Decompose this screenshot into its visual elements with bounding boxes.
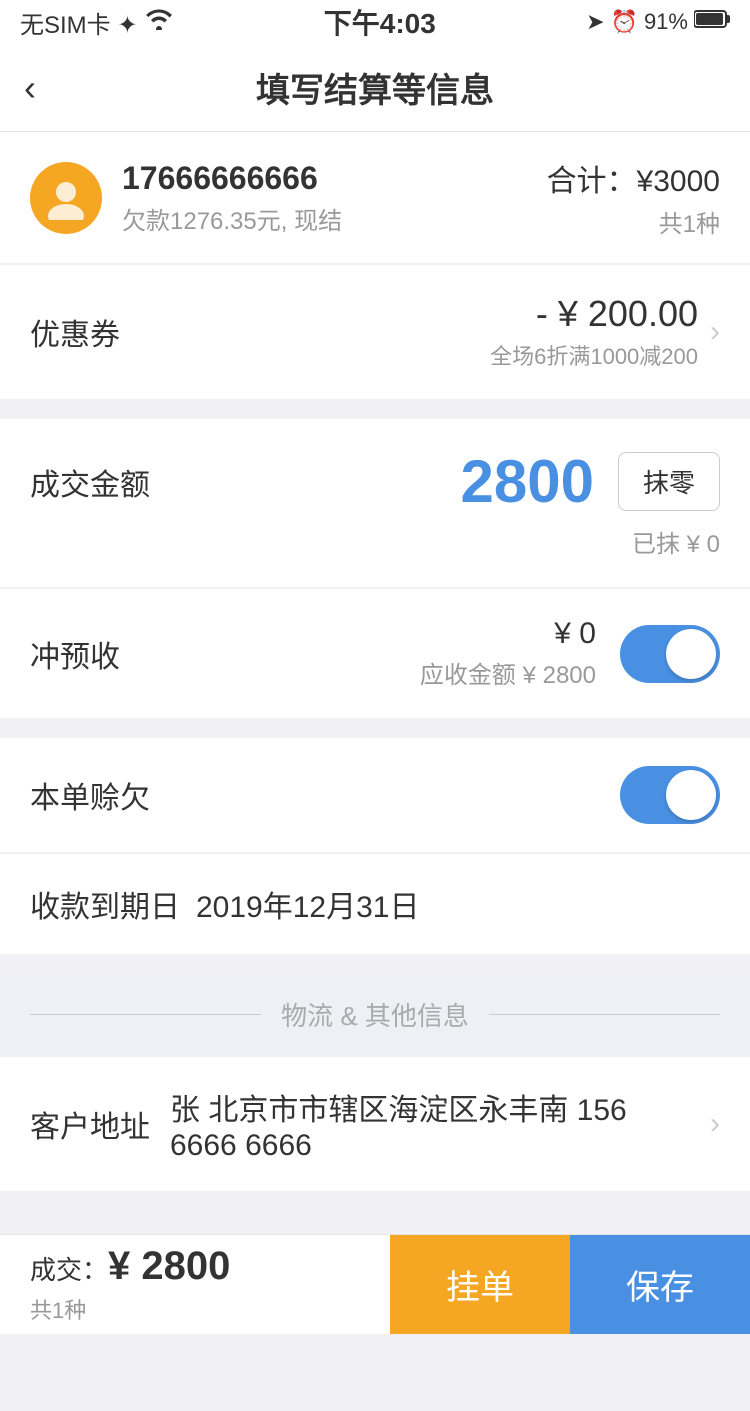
battery-icon [694,9,730,35]
alarm-icon: ⏰ [611,9,638,35]
bottom-bar: 成交：¥ 2800 共1种 挂单 保存 [0,1234,750,1334]
due-date-label: 收款到期日 [30,882,180,926]
bottom-deal-line: 成交：¥ 2800 [30,1244,360,1289]
coupon-desc: 全场6折满1000减200 [490,339,698,371]
coupon-row[interactable]: 优惠券 - ¥ 200.00 全场6折满1000减200 › [0,265,750,399]
prepay-receivable: 应收金额 ¥ 2800 [420,655,596,690]
prepay-amount: ¥ 0 [420,617,596,651]
status-right: ➤ ⏰ 91% [586,9,730,35]
divider-line-left [30,1014,261,1015]
prepay-info: ¥ 0 应收金额 ¥ 2800 [420,617,596,690]
status-bar: 无SIM卡 ✦ 下午4:03 ➤ ⏰ 91% [0,0,750,44]
deal-right: 2800 抹零 [461,447,721,516]
prepay-label: 冲预收 [30,632,120,676]
bottom-amount: ¥ 2800 [108,1244,230,1288]
location-icon: ➤ [586,9,604,35]
time-display: 下午4:03 [324,2,436,42]
customer-total-info: 合计：¥3000 共1种 [547,156,720,239]
customer-info-left: 17666666666 欠款1276.35元, 现结 [30,160,342,236]
prepay-right: ¥ 0 应收金额 ¥ 2800 [420,617,720,690]
bottom-summary: 成交：¥ 2800 共1种 [0,1244,390,1325]
customer-details: 17666666666 欠款1276.35元, 现结 [122,160,342,236]
prepay-section: 冲预收 ¥ 0 应收金额 ¥ 2800 [0,589,750,718]
deal-row: 成交金额 2800 抹零 [30,447,720,516]
wifi-icon [145,8,173,37]
toggle-knob [666,629,716,679]
debt-toggle-knob [666,770,716,820]
chevron-right-icon: › [710,315,720,349]
total-amount: 合计：¥3000 [547,156,720,200]
customer-phone: 17666666666 [122,160,342,197]
divider-text: 物流 & 其他信息 [281,996,469,1033]
debt-label: 本单赊欠 [30,773,150,817]
status-left: 无SIM卡 ✦ [20,5,173,40]
address-label: 客户地址 [30,1102,150,1146]
logistics-divider: 物流 & 其他信息 [0,974,750,1055]
battery-percent: 91% [644,9,688,35]
nav-bar: ‹ 填写结算等信息 [0,44,750,132]
coupon-info: - ¥ 200.00 全场6折满1000减200 [490,293,698,371]
back-button[interactable]: ‹ [24,67,36,109]
sim-status: 无SIM卡 ✦ [20,5,137,40]
customer-row: 17666666666 欠款1276.35元, 现结 合计：¥3000 共1种 [0,132,750,263]
address-chevron-icon: › [710,1107,720,1141]
round-button[interactable]: 抹零 [618,452,720,511]
deal-label: 成交金额 [30,460,150,504]
due-date-section: 收款到期日 2019年12月31日 [0,854,750,954]
bottom-count: 共1种 [30,1293,360,1325]
debt-section: 本单赊欠 [0,738,750,852]
item-count: 共1种 [547,204,720,239]
debt-toggle[interactable] [620,766,720,824]
coupon-right: - ¥ 200.00 全场6折满1000减200 › [490,293,720,371]
address-value: 张 北京市市辖区海淀区永丰南 156 6666 6666 [170,1085,690,1163]
bottom-deal-label: 成交： [30,1255,108,1285]
hold-order-button[interactable]: 挂单 [390,1235,570,1334]
save-button[interactable]: 保存 [570,1235,750,1334]
divider-line-right [489,1014,720,1015]
page-title: 填写结算等信息 [256,63,494,112]
due-date-value: 2019年12月31日 [196,882,419,926]
prepay-toggle[interactable] [620,625,720,683]
customer-debt: 欠款1276.35元, 现结 [122,201,342,236]
deal-amount: 2800 [461,447,594,516]
avatar [30,162,102,234]
address-section[interactable]: 客户地址 张 北京市市辖区海淀区永丰南 156 6666 6666 › [0,1057,750,1191]
deal-sub-text: 已抹 ¥ 0 [30,524,720,559]
coupon-label: 优惠券 [30,310,120,354]
deal-section: 成交金额 2800 抹零 已抹 ¥ 0 [0,419,750,587]
coupon-amount: - ¥ 200.00 [490,293,698,335]
